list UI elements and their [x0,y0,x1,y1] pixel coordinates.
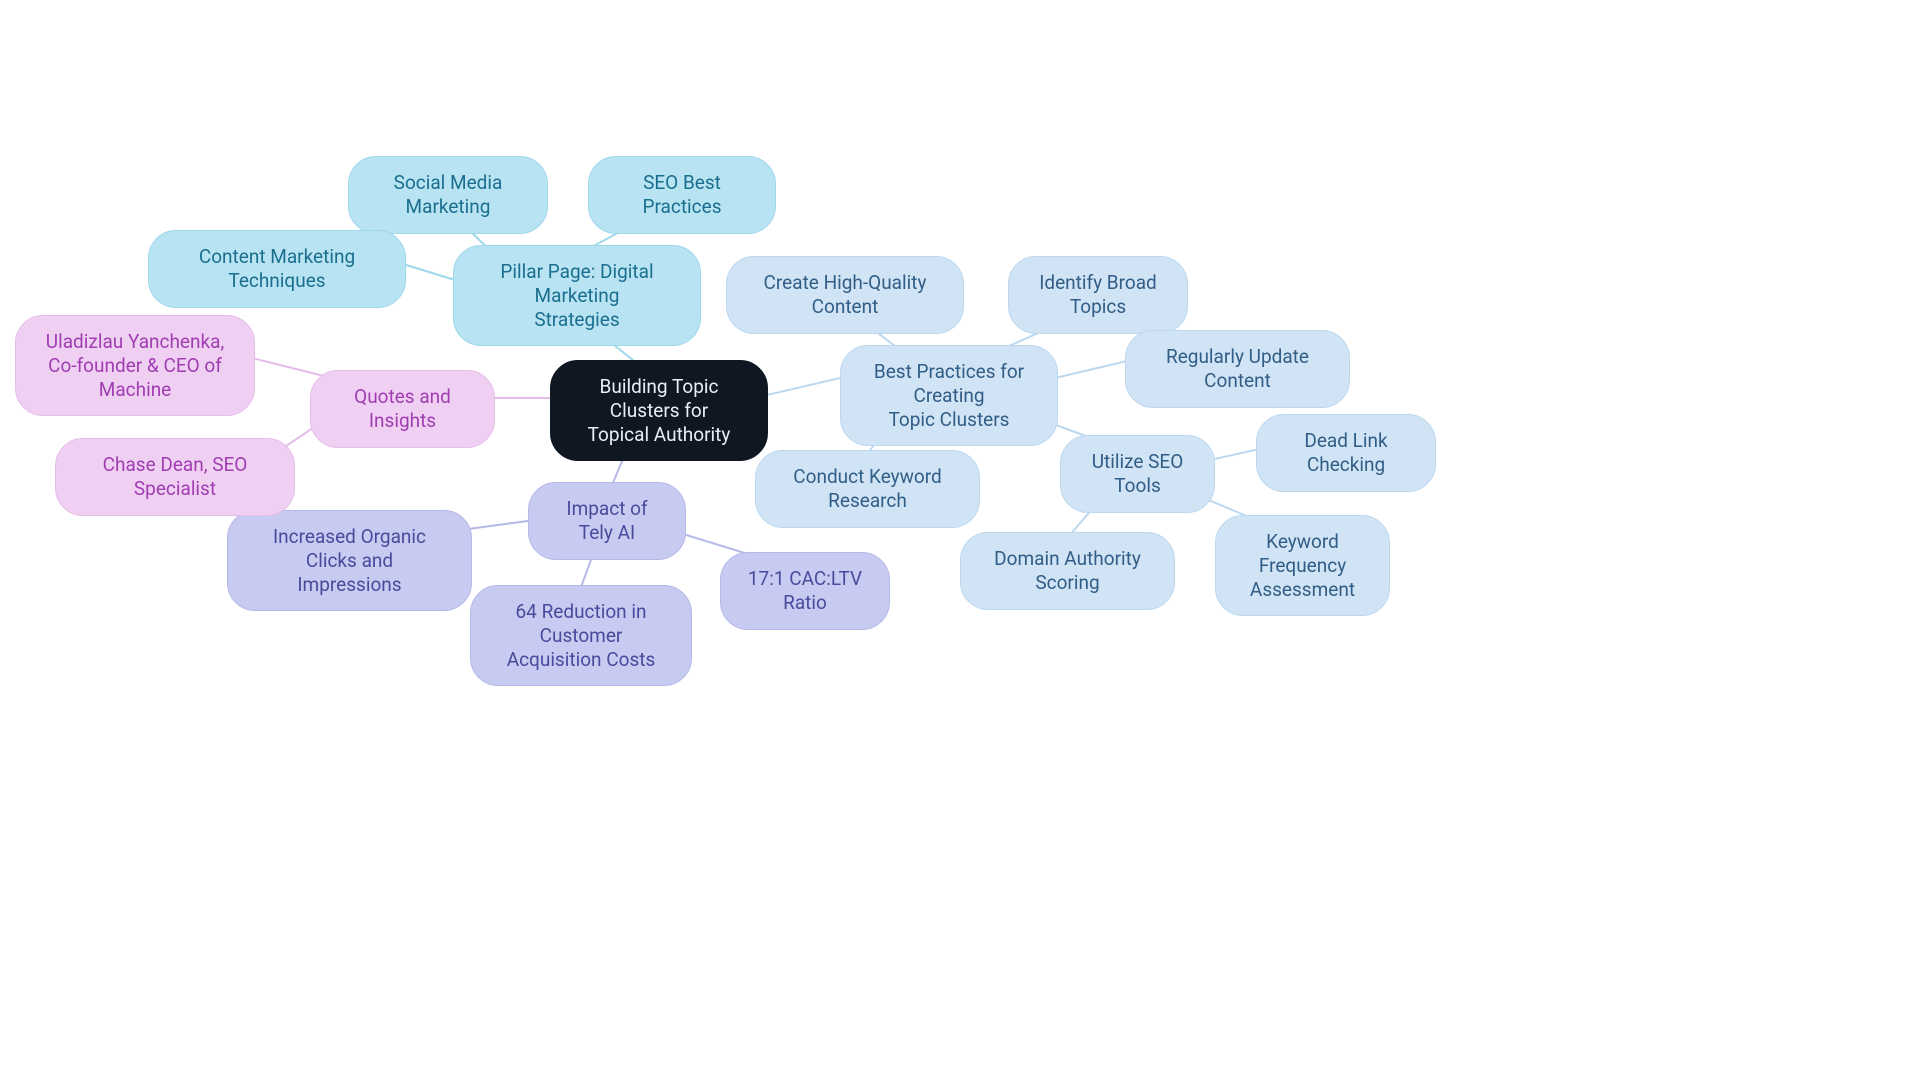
tely-label: Impact of Tely AI [551,497,663,545]
node-tely-ai[interactable]: Impact of Tely AI [528,482,686,560]
node-best-practices[interactable]: Best Practices for Creating Topic Cluste… [840,345,1058,446]
node-social-media[interactable]: Social Media Marketing [348,156,548,234]
chase-label: Chase Dean, SEO Specialist [78,453,272,501]
content-tech-label: Content Marketing Techniques [171,245,383,293]
node-content-tech[interactable]: Content Marketing Techniques [148,230,406,308]
node-kw-freq[interactable]: Keyword Frequency Assessment [1215,515,1390,616]
kf-label: Keyword Frequency Assessment [1238,530,1367,601]
node-update-content[interactable]: Regularly Update Content [1125,330,1350,408]
quotes-label: Quotes and Insights [333,385,472,433]
node-dead-link[interactable]: Dead Link Checking [1256,414,1436,492]
social-label: Social Media Marketing [371,171,525,219]
ratio-label: 17:1 CAC:LTV Ratio [743,567,867,615]
node-cac-ltv-ratio[interactable]: 17:1 CAC:LTV Ratio [720,552,890,630]
bp-label: Best Practices for Creating Topic Cluste… [863,360,1035,431]
seo-best-label: SEO Best Practices [611,171,753,219]
mindmap-canvas: Building Topic Clusters for Topical Auth… [0,0,1920,1083]
root-label: Building Topic Clusters for Topical Auth… [573,375,745,446]
ul-label: Uladizlau Yanchenka, Co-founder & CEO of… [38,330,232,401]
node-pillar-page[interactable]: Pillar Page: Digital Marketing Strategie… [453,245,701,346]
node-uladizlau[interactable]: Uladizlau Yanchenka, Co-founder & CEO of… [15,315,255,416]
update-label: Regularly Update Content [1148,345,1327,393]
da-label: Domain Authority Scoring [983,547,1152,595]
seo-tools-label: Utilize SEO Tools [1083,450,1192,498]
node-broad-topics[interactable]: Identify Broad Topics [1008,256,1188,334]
hq-label: Create High-Quality Content [749,271,941,319]
node-chase[interactable]: Chase Dean, SEO Specialist [55,438,295,516]
node-high-quality[interactable]: Create High-Quality Content [726,256,964,334]
node-organic-clicks[interactable]: Increased Organic Clicks and Impressions [227,510,472,611]
node-seo-tools[interactable]: Utilize SEO Tools [1060,435,1215,513]
dl-label: Dead Link Checking [1279,429,1413,477]
bt-label: Identify Broad Topics [1031,271,1165,319]
root-node[interactable]: Building Topic Clusters for Topical Auth… [550,360,768,461]
node-keyword-research[interactable]: Conduct Keyword Research [755,450,980,528]
node-seo-best[interactable]: SEO Best Practices [588,156,776,234]
reduction-label: 64 Reduction in Customer Acquisition Cos… [493,600,669,671]
kr-label: Conduct Keyword Research [778,465,957,513]
clicks-label: Increased Organic Clicks and Impressions [250,525,449,596]
pillar-label: Pillar Page: Digital Marketing Strategie… [476,260,678,331]
node-quotes[interactable]: Quotes and Insights [310,370,495,448]
node-domain-auth[interactable]: Domain Authority Scoring [960,532,1175,610]
node-cac-reduction[interactable]: 64 Reduction in Customer Acquisition Cos… [470,585,692,686]
